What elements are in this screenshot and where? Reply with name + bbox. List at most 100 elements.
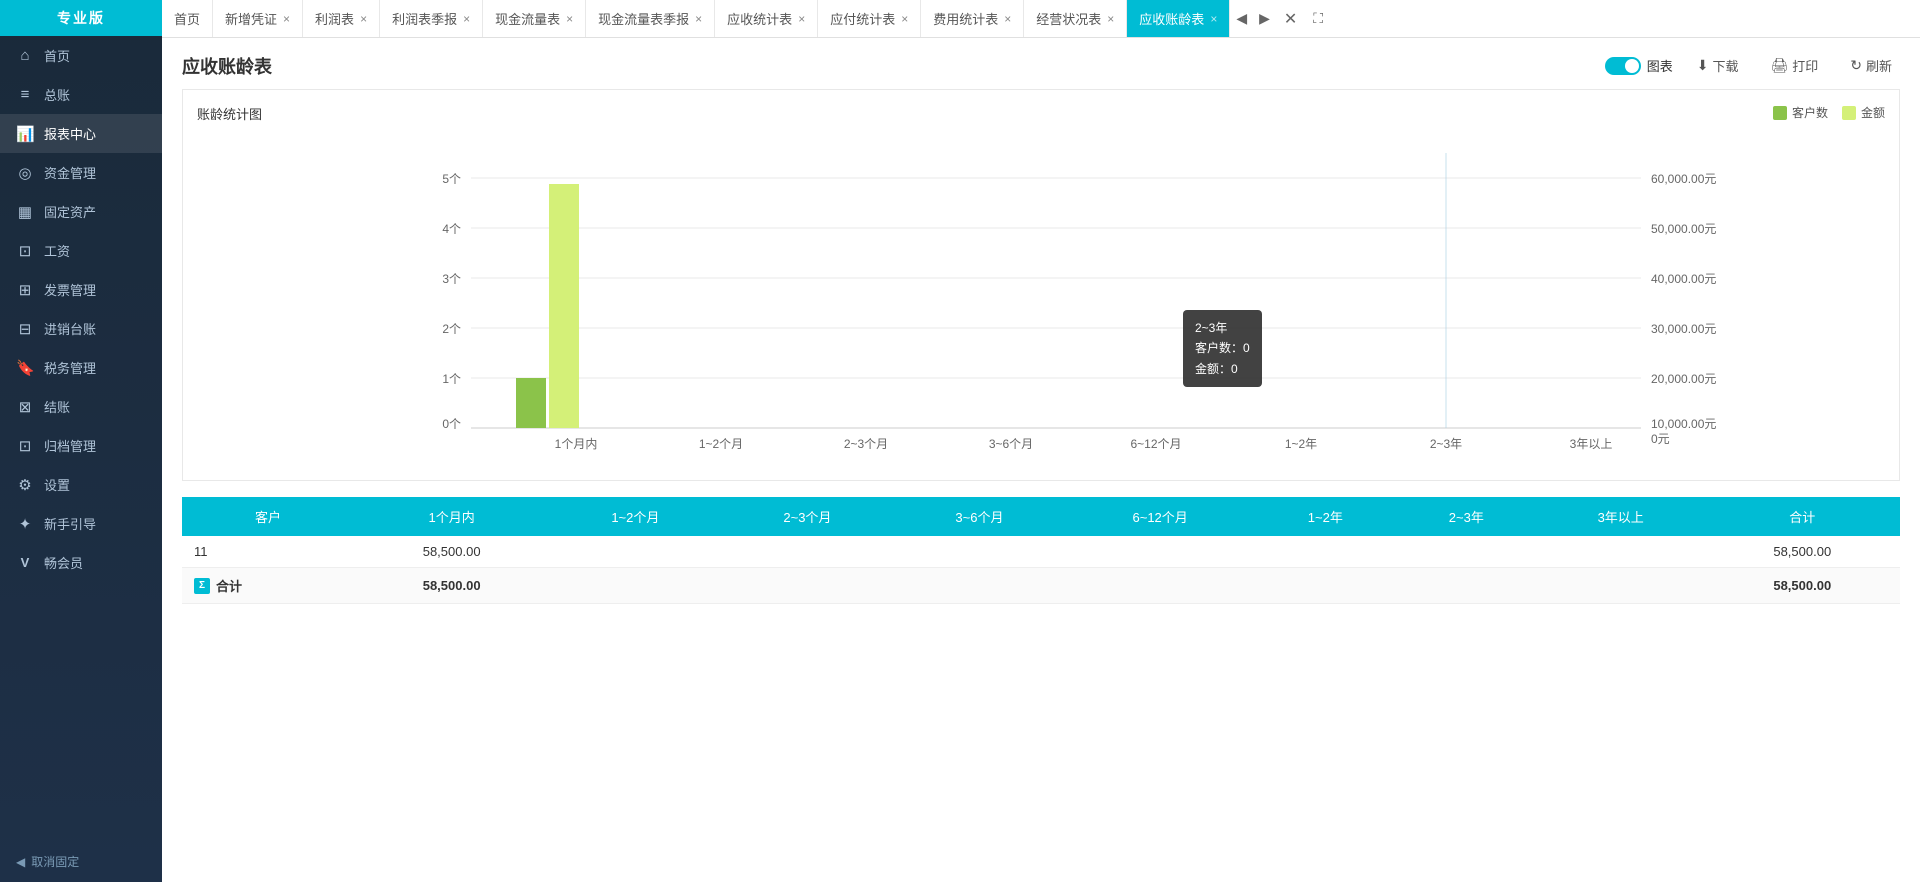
col-total: 合计 <box>1705 497 1900 536</box>
tab-next-button[interactable]: ▶ <box>1253 0 1276 37</box>
assets-icon: ▦ <box>16 203 34 221</box>
tab-label: 现金流量表 <box>495 9 560 28</box>
sidebar-item-assets[interactable]: ▦ 固定资产 <box>0 192 162 231</box>
tab-bar: 首页 新增凭证 × 利润表 × 利润表季报 × 现金流量表 × 现金流量表季报 … <box>162 0 1920 38</box>
tab-close-icon[interactable]: × <box>463 12 470 26</box>
cell-total: 58,500.00 <box>1705 536 1900 568</box>
svg-text:5个: 5个 <box>442 172 461 186</box>
col-y12: 1~2年 <box>1255 497 1396 536</box>
tab-label: 首页 <box>174 9 200 28</box>
tab-close-icon[interactable]: × <box>283 12 290 26</box>
chart-toggle-label: 图表 <box>1647 56 1673 75</box>
tab-prev-button[interactable]: ◀ <box>1230 0 1253 37</box>
sidebar-item-reports[interactable]: 📊 报表中心 <box>0 114 162 153</box>
chart-toggle[interactable] <box>1605 57 1641 75</box>
col-m1: 1个月内 <box>354 497 549 536</box>
sidebar-item-salary[interactable]: ⊡ 工资 <box>0 231 162 270</box>
reports-icon: 📊 <box>16 125 34 143</box>
sidebar-item-label: 发票管理 <box>44 280 96 299</box>
tab-profit[interactable]: 利润表 × <box>303 0 380 37</box>
sidebar-item-close[interactable]: ⊠ 结账 <box>0 387 162 426</box>
cell-m1: 58,500.00 <box>354 536 549 568</box>
svg-text:10,000.00元: 10,000.00元 <box>1651 417 1716 431</box>
sidebar-item-tax[interactable]: 🔖 税务管理 <box>0 348 162 387</box>
tab-close-icon[interactable]: × <box>1107 12 1114 26</box>
tab-cashflow-quarterly[interactable]: 现金流量表季报 × <box>586 0 715 37</box>
chart-title: 账龄统计图 <box>197 104 1885 123</box>
col-y3plus: 3年以上 <box>1537 497 1705 536</box>
funds-icon: ◎ <box>16 164 34 182</box>
legend-amount: 金额 <box>1842 104 1885 121</box>
tab-payable-stats[interactable]: 应付统计表 × <box>818 0 921 37</box>
tab-receivable-stats[interactable]: 应收统计表 × <box>715 0 818 37</box>
tab-expand-button[interactable]: ⛶ <box>1305 0 1331 37</box>
sidebar-item-label: 税务管理 <box>44 358 96 377</box>
svg-text:1~2年: 1~2年 <box>1285 437 1317 451</box>
home-icon: ⌂ <box>16 47 34 64</box>
svg-text:1个: 1个 <box>442 372 461 386</box>
sidebar-item-vip[interactable]: V 畅会员 <box>0 543 162 582</box>
bar-customer-1 <box>516 378 546 428</box>
svg-text:40,000.00元: 40,000.00元 <box>1651 272 1716 286</box>
col-y23: 2~3年 <box>1396 497 1537 536</box>
tab-close-icon[interactable]: × <box>901 12 908 26</box>
tab-label: 应收账龄表 <box>1139 9 1204 28</box>
total-y12 <box>1255 568 1396 604</box>
cell-m23 <box>721 536 893 568</box>
download-button[interactable]: ⬇ 下载 <box>1689 52 1747 79</box>
refresh-button[interactable]: ↻ 刷新 <box>1842 52 1900 79</box>
page-content: 应收账龄表 图表 ⬇ 下载 🖨 打印 ↻ 刷新 <box>162 38 1920 882</box>
tab-close-all-button[interactable]: ✕ <box>1276 0 1305 37</box>
svg-text:6~12个月: 6~12个月 <box>1130 437 1181 451</box>
tab-label: 应付统计表 <box>830 9 895 28</box>
tab-business-status[interactable]: 经营状况表 × <box>1024 0 1127 37</box>
main-content: 首页 新增凭证 × 利润表 × 利润表季报 × 现金流量表 × 现金流量表季报 … <box>162 0 1920 882</box>
sidebar-item-guide[interactable]: ✦ 新手引导 <box>0 504 162 543</box>
sidebar-item-stock[interactable]: ⊟ 进销台账 <box>0 309 162 348</box>
close-month-icon: ⊠ <box>16 398 34 416</box>
tab-close-icon[interactable]: × <box>798 12 805 26</box>
svg-text:3年以上: 3年以上 <box>1570 437 1613 451</box>
sidebar-item-settings[interactable]: ⚙ 设置 <box>0 465 162 504</box>
download-icon: ⬇ <box>1697 57 1709 74</box>
svg-text:30,000.00元: 30,000.00元 <box>1651 322 1716 336</box>
tab-aging[interactable]: 应收账龄表 × <box>1127 0 1230 37</box>
sidebar-item-archive[interactable]: ⊡ 归档管理 <box>0 426 162 465</box>
print-button[interactable]: 🖨 打印 <box>1762 52 1826 79</box>
total-m1: 58,500.00 <box>354 568 549 604</box>
sidebar-item-label: 资金管理 <box>44 163 96 182</box>
sidebar-item-funds[interactable]: ◎ 资金管理 <box>0 153 162 192</box>
tab-close-icon[interactable]: × <box>1210 12 1217 26</box>
svg-text:50,000.00元: 50,000.00元 <box>1651 222 1716 236</box>
total-m612 <box>1065 568 1254 604</box>
tab-expense-stats[interactable]: 费用统计表 × <box>921 0 1024 37</box>
collapse-icon: ◀ <box>16 855 25 869</box>
svg-text:3个: 3个 <box>442 272 461 286</box>
tab-new-voucher[interactable]: 新增凭证 × <box>213 0 303 37</box>
print-label: 打印 <box>1792 56 1818 75</box>
table-total-row: Σ 合计 58,500.00 58,500.00 <box>182 568 1900 604</box>
tab-close-icon[interactable]: × <box>695 12 702 26</box>
cell-y23 <box>1396 536 1537 568</box>
collapse-sidebar-button[interactable]: ◀ 取消固定 <box>0 841 162 882</box>
tab-home[interactable]: 首页 <box>162 0 213 37</box>
sidebar-item-ledger[interactable]: ≡ 总账 <box>0 75 162 114</box>
tab-close-icon[interactable]: × <box>360 12 367 26</box>
sidebar-item-invoice[interactable]: ⊞ 发票管理 <box>0 270 162 309</box>
sidebar-item-label: 首页 <box>44 46 70 65</box>
tab-close-icon[interactable]: × <box>1004 12 1011 26</box>
guide-icon: ✦ <box>16 515 34 533</box>
tax-icon: 🔖 <box>16 359 34 377</box>
tab-close-icon[interactable]: × <box>566 12 573 26</box>
invoice-icon: ⊞ <box>16 281 34 299</box>
sidebar-item-label: 固定资产 <box>44 202 96 221</box>
col-m12: 1~2个月 <box>549 497 721 536</box>
chart-area: 账龄统计图 客户数 金额 5个 4个 3个 2个 1个 0个 <box>182 89 1900 481</box>
stock-icon: ⊟ <box>16 320 34 338</box>
sidebar-item-home[interactable]: ⌂ 首页 <box>0 36 162 75</box>
tab-label: 现金流量表季报 <box>598 9 689 28</box>
ledger-icon: ≡ <box>16 86 34 103</box>
tab-profit-quarterly[interactable]: 利润表季报 × <box>380 0 483 37</box>
tab-cashflow[interactable]: 现金流量表 × <box>483 0 586 37</box>
tab-label: 利润表 <box>315 9 354 28</box>
